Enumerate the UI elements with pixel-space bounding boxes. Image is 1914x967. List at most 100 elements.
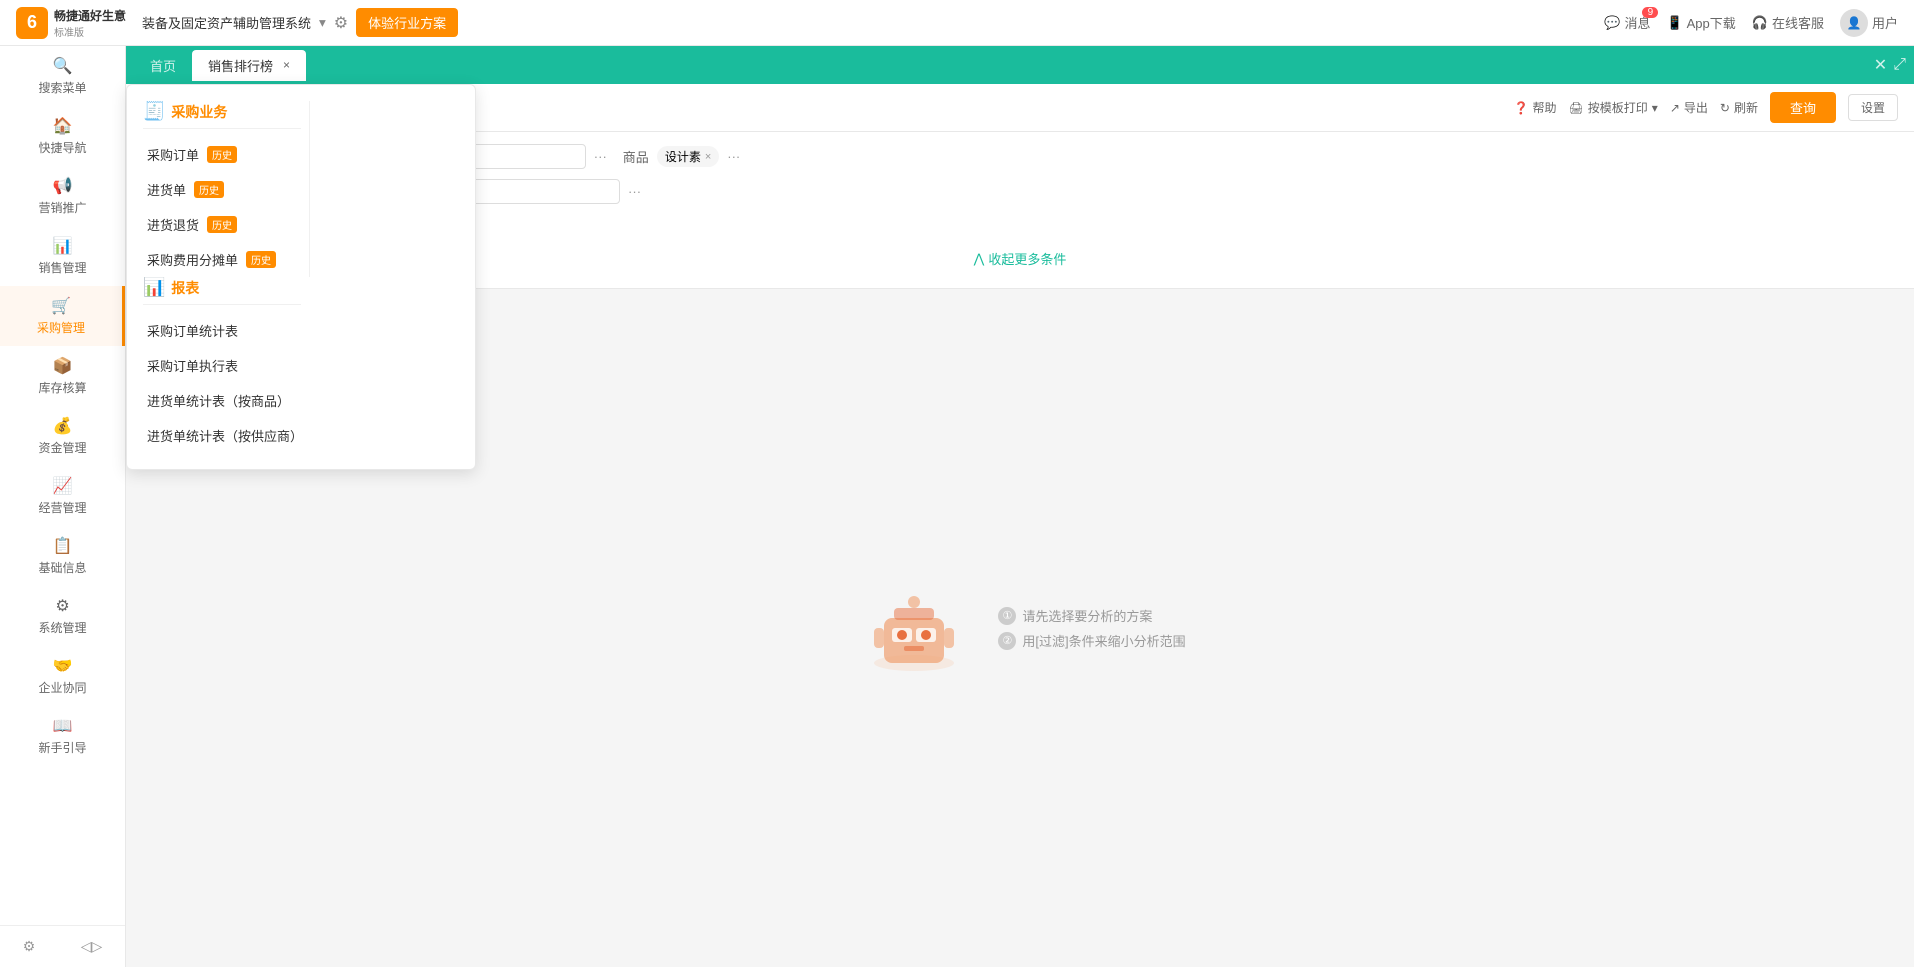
voucher-status-dots[interactable]: ···: [594, 149, 607, 164]
logo-icon: 6: [16, 7, 48, 39]
print-dropdown-icon: ▾: [1652, 101, 1658, 115]
logo-area: 6 畅捷通好生意 标准版: [16, 7, 126, 39]
refresh-btn[interactable]: ↻ 刷新: [1720, 99, 1758, 116]
sidebar-item-inventory[interactable]: 📦 库存核算: [0, 346, 125, 406]
goods-tag-close[interactable]: ×: [705, 151, 711, 163]
sidebar-item-marketing[interactable]: 📢 营销推广: [0, 166, 125, 226]
sidebar-item-sales[interactable]: 📊 销售管理: [0, 226, 125, 286]
tab-maximize-btn[interactable]: ⤢: [1893, 55, 1906, 75]
menu-item-purchase-cost[interactable]: 采购费用分摊单 历史: [143, 242, 301, 277]
sidebar-item-operations[interactable]: 📈 经营管理: [0, 466, 125, 526]
help-icon: ❓: [1514, 101, 1529, 115]
goods-tag: 设计素 ×: [657, 146, 719, 167]
tab-close-btn[interactable]: ×: [283, 58, 290, 72]
basic-icon: 📋: [53, 536, 73, 556]
report-section-title: 📊 报表: [143, 277, 301, 305]
phone-icon: 📱: [1666, 15, 1682, 31]
settings-small-btn[interactable]: 设置: [1848, 94, 1898, 121]
history-badge-3: 历史: [207, 216, 237, 233]
tab-home-label: 首页: [150, 56, 176, 75]
finance-icon: 💰: [53, 416, 73, 436]
hint-item-2: ② 用[过滤]条件来缩小分析范围: [998, 631, 1185, 650]
sidebar-item-label: 经营管理: [38, 499, 86, 516]
message-btn[interactable]: 💬 消息 9: [1604, 13, 1650, 32]
operations-icon: 📈: [53, 476, 73, 496]
sidebar-bottom: ⚙ ◁▷: [0, 925, 125, 967]
logo-text: 畅捷通好生意 标准版: [54, 7, 126, 39]
sidebar-item-label: 企业协同: [38, 679, 86, 696]
tab-close-window-btn[interactable]: ✕: [1874, 55, 1887, 75]
empty-hints: ① 请先选择要分析的方案 ② 用[过滤]条件来缩小分析范围: [998, 606, 1185, 650]
sidebar-item-guide[interactable]: 📖 新手引导: [0, 706, 125, 766]
sidebar-item-basic[interactable]: 📋 基础信息: [0, 526, 125, 586]
system-dropdown-btn[interactable]: ▾: [319, 15, 326, 31]
purchase-order-label: 采购订单: [147, 145, 199, 164]
goods-filter: 商品 设计素 × ···: [623, 146, 740, 167]
purchase-cost-label: 采购费用分摊单: [147, 250, 238, 269]
sidebar-item-purchase[interactable]: 🛒 采购管理: [0, 286, 125, 346]
sidebar-item-label: 销售管理: [38, 259, 86, 276]
sidebar: 🔍 搜索菜单 🏠 快捷导航 📢 营销推广 📊 销售管理 🛒 采购管理 📦: [0, 46, 126, 967]
goods-label: 商品: [623, 147, 649, 166]
system-icon: ⚙: [55, 596, 69, 616]
marketing-icon: 📢: [53, 176, 73, 196]
purchase-icon: 🛒: [51, 296, 71, 316]
sidebar-item-label: 基础信息: [38, 559, 86, 576]
print-icon: 🖨: [1569, 101, 1584, 115]
export-btn[interactable]: ↗ 导出: [1670, 99, 1708, 116]
tab-home[interactable]: 首页: [134, 50, 192, 81]
system-title: 装备及固定资产辅助管理系统: [142, 13, 311, 32]
sidebar-item-nav[interactable]: 🏠 快捷导航: [0, 106, 125, 166]
header-actions: ❓ 帮助 🖨 按模板打印 ▾ ↗ 导出 ↻ 刷新: [1514, 92, 1898, 123]
sidebar-settings-btn[interactable]: ⚙: [23, 938, 36, 955]
collab-icon: 🤝: [53, 656, 73, 676]
menu-item-receipt-stats-supplier[interactable]: 进货单统计表（按供应商）: [143, 418, 301, 453]
menu-divider: [309, 101, 310, 277]
app-download-btn[interactable]: 📱 App下载: [1666, 13, 1735, 32]
menu-item-receipt-stats-goods[interactable]: 进货单统计表（按商品）: [143, 383, 301, 418]
sidebar-item-label: 营销推广: [38, 199, 86, 216]
receipt-stats-goods-label: 进货单统计表（按商品）: [147, 391, 290, 410]
sidebar-item-label: 库存核算: [38, 379, 86, 396]
po-exec-label: 采购订单执行表: [147, 356, 238, 375]
inventory-icon: 📦: [53, 356, 73, 376]
sidebar-item-finance[interactable]: 💰 资金管理: [0, 406, 125, 466]
empty-illustration: [854, 578, 974, 678]
sidebar-item-collab[interactable]: 🤝 企业协同: [0, 646, 125, 706]
hint-num-1: ①: [998, 607, 1016, 625]
menu-item-po-exec[interactable]: 采购订单执行表: [143, 348, 301, 383]
user-btn[interactable]: 👤 用户: [1840, 9, 1898, 37]
history-badge-2: 历史: [194, 181, 224, 198]
po-stats-label: 采购订单统计表: [147, 321, 238, 340]
sidebar-item-system[interactable]: ⚙ 系统管理: [0, 586, 125, 646]
tab-bar: 首页 销售排行榜 × ✕ ⤢: [126, 46, 1914, 84]
menu-item-po-stats[interactable]: 采购订单统计表: [143, 313, 301, 348]
sidebar-item-search[interactable]: 🔍 搜索菜单: [0, 46, 125, 106]
sidebar-item-label: 新手引导: [38, 739, 86, 756]
purchase-section-title: 🧾 采购业务: [143, 101, 301, 129]
collapse-icon: ⋀: [974, 251, 985, 267]
system-settings-btn[interactable]: ⚙: [334, 13, 348, 33]
help-btn[interactable]: ❓ 帮助: [1514, 99, 1557, 116]
online-service-btn[interactable]: 🎧 在线客服: [1752, 13, 1824, 32]
search-icon: 🔍: [53, 56, 73, 76]
print-btn[interactable]: 🖨 按模板打印 ▾: [1569, 99, 1658, 116]
top-bar: 6 畅捷通好生意 标准版 装备及固定资产辅助管理系统 ▾ ⚙ 体验行业方案 💬 …: [0, 0, 1914, 46]
hint-num-2: ②: [998, 632, 1016, 650]
goods-dots[interactable]: ···: [727, 149, 740, 164]
sidebar-collapse-btn[interactable]: ◁▷: [81, 938, 103, 955]
menu-item-goods-return[interactable]: 进货退货 历史: [143, 207, 301, 242]
menu-item-goods-receipt[interactable]: 进货单 历史: [143, 172, 301, 207]
hint-item-1: ① 请先选择要分析的方案: [998, 606, 1185, 625]
message-icon: 💬: [1604, 15, 1620, 31]
home-icon: 🏠: [53, 116, 73, 136]
export-icon: ↗: [1670, 101, 1680, 115]
industry-btn[interactable]: 体验行业方案: [356, 8, 458, 37]
query-btn[interactable]: 查询: [1770, 92, 1836, 123]
salesperson-dots[interactable]: ···: [628, 184, 641, 199]
tab-bar-right: ✕ ⤢: [1874, 55, 1906, 75]
avatar: 👤: [1840, 9, 1868, 37]
sidebar-item-label: 采购管理: [37, 319, 85, 336]
tab-sales-ranking[interactable]: 销售排行榜 ×: [192, 50, 306, 81]
menu-item-purchase-order[interactable]: 采购订单 历史: [143, 137, 301, 172]
